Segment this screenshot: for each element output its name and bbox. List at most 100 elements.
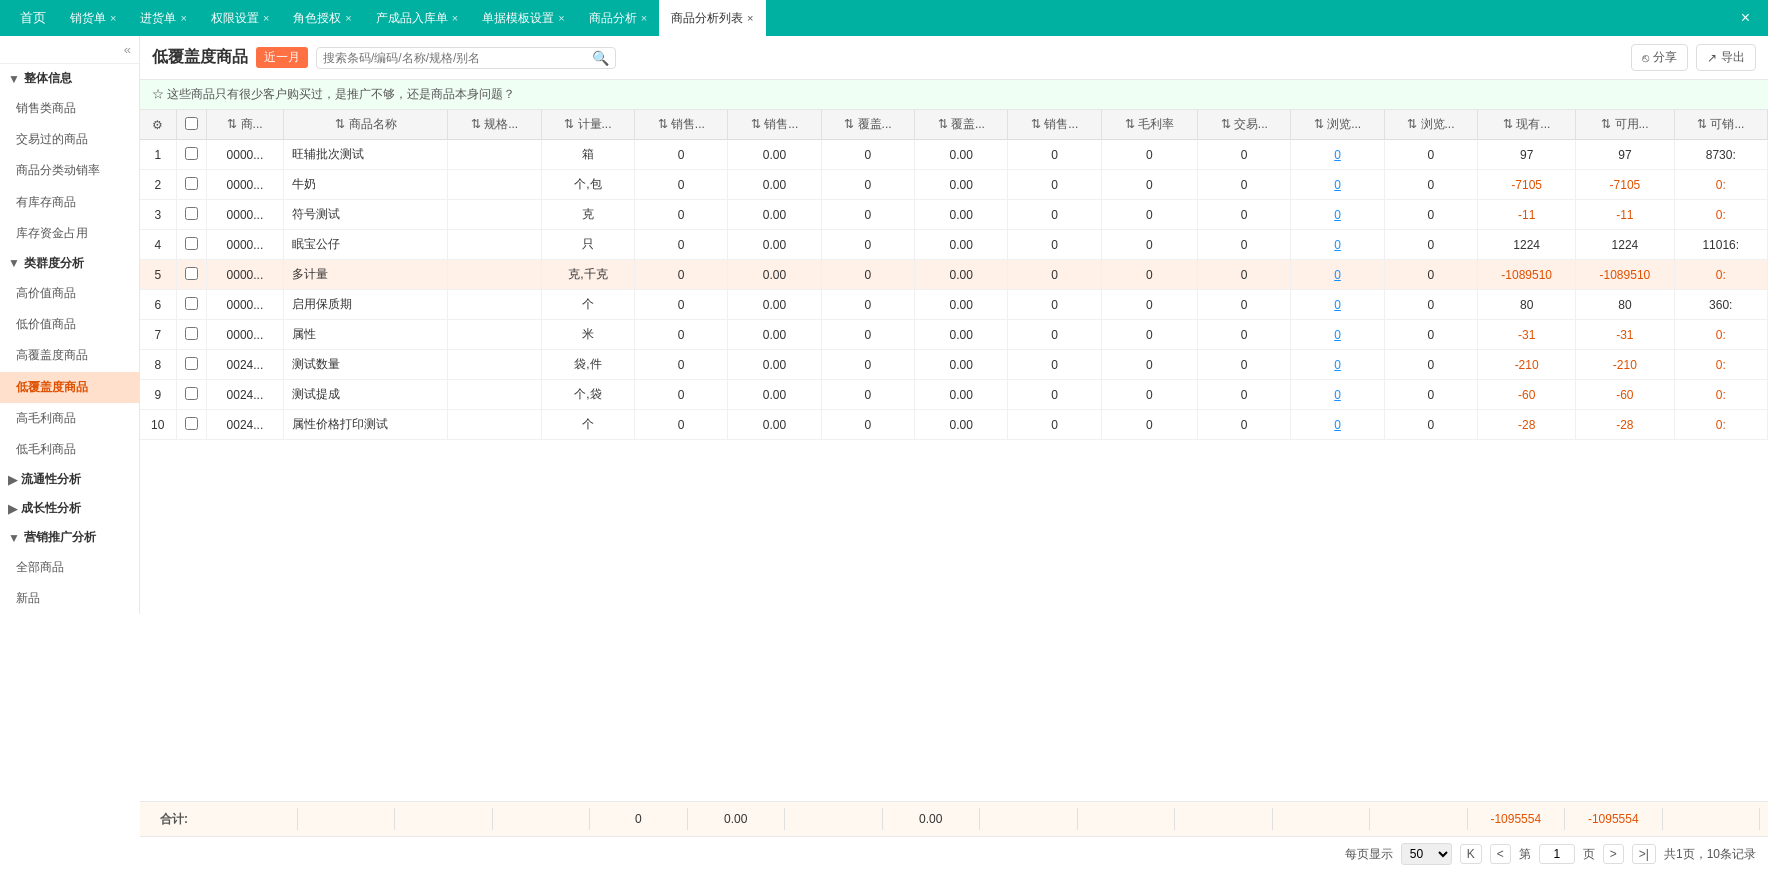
sidebar-section-overall[interactable]: ▼ 整体信息: [0, 64, 139, 93]
sidebar-item-inventory-capital[interactable]: 库存资金占用: [0, 218, 139, 249]
nav-close-icon[interactable]: ×: [180, 12, 186, 24]
sidebar-item-low-coverage[interactable]: 低覆盖度商品: [0, 372, 139, 403]
nav-product-analysis[interactable]: 商品分析×: [577, 0, 659, 36]
sidebar-item-in-stock[interactable]: 有库存商品: [0, 187, 139, 218]
nav-sales-order[interactable]: 销货单×: [58, 0, 128, 36]
nav-doc-template[interactable]: 单据模板设置×: [470, 0, 576, 36]
th-spec[interactable]: ⇅ 规格...: [448, 110, 541, 140]
sidebar-item-high-coverage[interactable]: 高覆盖度商品: [0, 340, 139, 371]
cell-browse1[interactable]: 0: [1291, 320, 1384, 350]
sidebar-section-cluster[interactable]: ▼ 类群度分析: [0, 249, 139, 278]
th-checkbox[interactable]: [176, 110, 206, 140]
nav-product-analysis-list[interactable]: 商品分析列表×: [659, 0, 765, 36]
nav-home[interactable]: 首页: [8, 0, 58, 36]
th-code[interactable]: ⇅ 商...: [206, 110, 284, 140]
window-close-btn[interactable]: ×: [1731, 9, 1760, 27]
nav-close-icon[interactable]: ×: [263, 12, 269, 24]
th-gross-rate[interactable]: ⇅ 毛利率: [1101, 110, 1197, 140]
table-row: 1 0000... 旺辅批次测试 箱 0 0.00 0 0.00 0 0 0 0…: [140, 140, 1768, 170]
cell-browse1[interactable]: 0: [1291, 200, 1384, 230]
nav-close-icon[interactable]: ×: [452, 12, 458, 24]
sidebar-item-low-profit[interactable]: 低毛利商品: [0, 434, 139, 465]
cell-check[interactable]: [176, 320, 206, 350]
cell-check[interactable]: [176, 380, 206, 410]
th-trade[interactable]: ⇅ 交易...: [1198, 110, 1291, 140]
cell-check[interactable]: [176, 140, 206, 170]
cell-check[interactable]: [176, 260, 206, 290]
row-checkbox[interactable]: [185, 237, 198, 250]
sidebar-collapse-btn[interactable]: «: [124, 42, 131, 57]
per-page-select[interactable]: 50 100 200: [1401, 843, 1452, 865]
cell-check[interactable]: [176, 290, 206, 320]
cell-check[interactable]: [176, 200, 206, 230]
th-sellable[interactable]: ⇅ 可销...: [1674, 110, 1768, 140]
sidebar-section-flow[interactable]: ▶ 流通性分析: [0, 465, 139, 494]
nav-close-icon[interactable]: ×: [747, 12, 753, 24]
row-checkbox[interactable]: [185, 387, 198, 400]
sidebar-section-marketing[interactable]: ▼ 营销推广分析: [0, 523, 139, 552]
page-number-input[interactable]: [1539, 844, 1575, 864]
cell-check[interactable]: [176, 350, 206, 380]
sidebar-item-high-value[interactable]: 高价值商品: [0, 278, 139, 309]
last-page-btn[interactable]: >|: [1632, 844, 1656, 864]
cell-browse1[interactable]: 0: [1291, 350, 1384, 380]
th-settings[interactable]: ⚙: [140, 110, 176, 140]
th-sales-amount[interactable]: ⇅ 销售...: [728, 110, 821, 140]
th-browse1[interactable]: ⇅ 浏览...: [1291, 110, 1384, 140]
row-checkbox[interactable]: [185, 417, 198, 430]
share-button[interactable]: ⎋ 分享: [1631, 44, 1688, 71]
th-name[interactable]: ⇅ 商品名称: [284, 110, 448, 140]
row-checkbox[interactable]: [185, 327, 198, 340]
sidebar-section-growth[interactable]: ▶ 成长性分析: [0, 494, 139, 523]
th-browse2[interactable]: ⇅ 浏览...: [1384, 110, 1477, 140]
total-spacer9: [1273, 808, 1371, 830]
cell-browse1[interactable]: 0: [1291, 380, 1384, 410]
cell-check[interactable]: [176, 410, 206, 440]
th-available[interactable]: ⇅ 可用...: [1576, 110, 1674, 140]
th-sales-count[interactable]: ⇅ 销售...: [635, 110, 728, 140]
next-page-btn[interactable]: >: [1603, 844, 1624, 864]
select-all-checkbox[interactable]: [185, 117, 198, 130]
sidebar-item-low-value[interactable]: 低价值商品: [0, 309, 139, 340]
nav-permission-settings[interactable]: 权限设置×: [199, 0, 281, 36]
nav-close-icon[interactable]: ×: [641, 12, 647, 24]
sidebar-item-category-turnover[interactable]: 商品分类动销率: [0, 155, 139, 186]
row-checkbox[interactable]: [185, 267, 198, 280]
search-box[interactable]: 🔍: [316, 47, 616, 69]
th-current[interactable]: ⇅ 现有...: [1478, 110, 1576, 140]
th-cover2[interactable]: ⇅ 覆盖...: [915, 110, 1008, 140]
export-button[interactable]: ↗ 导出: [1696, 44, 1756, 71]
cell-browse1[interactable]: 0: [1291, 140, 1384, 170]
nav-product-inbound[interactable]: 产成品入库单×: [364, 0, 470, 36]
th-unit[interactable]: ⇅ 计量...: [541, 110, 634, 140]
nav-close-icon[interactable]: ×: [558, 12, 564, 24]
period-button[interactable]: 近一月: [256, 47, 308, 68]
nav-close-icon[interactable]: ×: [110, 12, 116, 24]
row-checkbox[interactable]: [185, 357, 198, 370]
sidebar-item-sales-goods[interactable]: 销售类商品: [0, 93, 139, 124]
row-checkbox[interactable]: [185, 297, 198, 310]
first-page-btn[interactable]: K: [1460, 844, 1482, 864]
sidebar-item-all-goods[interactable]: 全部商品: [0, 552, 139, 583]
cell-browse1[interactable]: 0: [1291, 230, 1384, 260]
nav-purchase-order[interactable]: 进货单×: [128, 0, 198, 36]
cell-browse1[interactable]: 0: [1291, 170, 1384, 200]
nav-role-auth[interactable]: 角色授权×: [281, 0, 363, 36]
sidebar-item-high-profit[interactable]: 高毛利商品: [0, 403, 139, 434]
sidebar-item-new-goods[interactable]: 新品: [0, 583, 139, 614]
sidebar-item-traded-goods[interactable]: 交易过的商品: [0, 124, 139, 155]
cell-gross-rate: 0: [1101, 320, 1197, 350]
cell-browse1[interactable]: 0: [1291, 260, 1384, 290]
th-cover1[interactable]: ⇅ 覆盖...: [821, 110, 914, 140]
nav-close-icon[interactable]: ×: [345, 12, 351, 24]
cell-browse1[interactable]: 0: [1291, 410, 1384, 440]
row-checkbox[interactable]: [185, 147, 198, 160]
prev-page-btn[interactable]: <: [1490, 844, 1511, 864]
row-checkbox[interactable]: [185, 177, 198, 190]
cell-browse1[interactable]: 0: [1291, 290, 1384, 320]
search-input[interactable]: [323, 51, 592, 65]
cell-check[interactable]: [176, 170, 206, 200]
row-checkbox[interactable]: [185, 207, 198, 220]
th-sales3[interactable]: ⇅ 销售...: [1008, 110, 1101, 140]
cell-check[interactable]: [176, 230, 206, 260]
